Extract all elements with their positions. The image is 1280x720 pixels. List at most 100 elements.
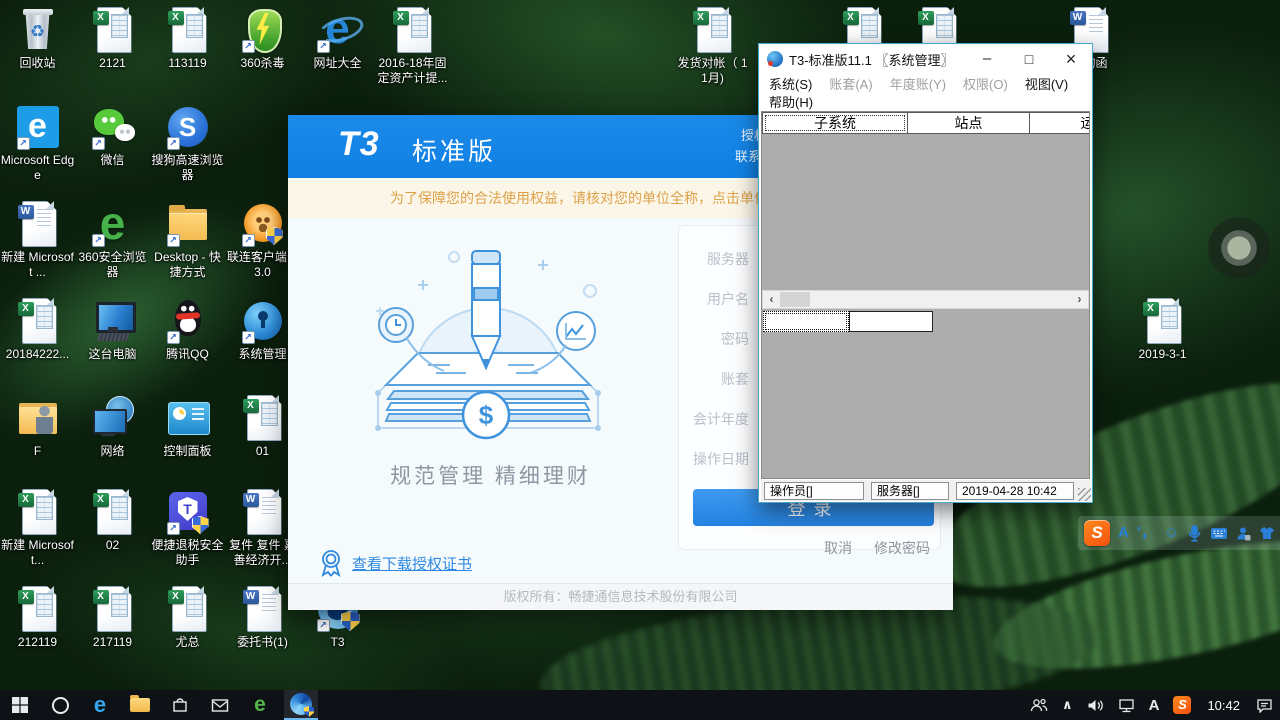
scroll-left-arrow-icon[interactable]: [763, 291, 780, 308]
people-icon: [1030, 698, 1048, 712]
menu-item-3[interactable]: 权限(O): [963, 77, 1008, 92]
account-icon[interactable]: [1236, 526, 1251, 541]
taskbar-360browser[interactable]: [240, 690, 280, 720]
emoji-icon[interactable]: ☺: [1164, 522, 1179, 544]
cancel-link[interactable]: 取消: [824, 540, 852, 556]
icon-label: 尤总: [175, 635, 200, 649]
maximize-button[interactable]: [1008, 45, 1050, 74]
grid-cell-selected[interactable]: [763, 311, 849, 332]
taskbar-store[interactable]: [160, 690, 200, 720]
punctuation-icon[interactable]: ’，: [1137, 522, 1156, 544]
menu-item-2[interactable]: 年度账(Y): [890, 77, 946, 92]
grid-cell[interactable]: [849, 311, 933, 332]
close-button[interactable]: [1050, 45, 1092, 74]
volume-button[interactable]: [1080, 690, 1111, 720]
menu-item-4[interactable]: 视图(V): [1025, 77, 1068, 92]
scrollbar-thumb[interactable]: [780, 292, 810, 307]
menu-help[interactable]: 帮助(H): [769, 95, 813, 110]
desktop-icon-腾讯QQ[interactable]: 腾讯QQ: [150, 297, 225, 362]
desktop-icon-360安全浏览器[interactable]: 360安全浏览器: [75, 200, 150, 280]
taskbar-edge[interactable]: [80, 690, 120, 720]
voice-icon[interactable]: [1187, 524, 1202, 542]
action-center-button[interactable]: [1249, 690, 1280, 720]
desktop-icon-360杀毒[interactable]: 360杀毒: [225, 6, 300, 71]
desktop-icon-Microsoft Edge[interactable]: Microsoft Edge: [0, 103, 75, 183]
license-notice-text: 为了保障您的合法使用权益，请核对您的单位全称，点击单位名称: [390, 190, 796, 206]
action-center-icon: [1257, 698, 1272, 713]
desktop-icon-新建 Microsoft...[interactable]: 新建 Microsoft...: [0, 488, 75, 568]
desktop-icon-搜狗高速浏览器[interactable]: 搜狗高速浏览器: [150, 103, 225, 183]
desktop-icon-便捷退税安全助手[interactable]: 便捷退税安全助手: [150, 488, 225, 568]
desktop-icon-217119[interactable]: 217119: [75, 585, 150, 650]
column-header-subsystem[interactable]: 子系统: [762, 112, 908, 134]
desktop-icon-Desktop - 快捷方式[interactable]: Desktop - 快捷方式: [150, 200, 225, 280]
svg-text:$: $: [479, 400, 494, 430]
green-e-icon: [89, 200, 137, 248]
network-button[interactable]: [1111, 690, 1142, 720]
slogan: 规范管理 精细理财: [390, 465, 591, 488]
desktop-icon-发货对帐（ 11月)[interactable]: 发货对帐（ 11月): [675, 6, 750, 86]
desktop-icon-20184222...[interactable]: 20184222...: [0, 297, 75, 362]
menu-item-0[interactable]: 系统(S): [769, 77, 812, 92]
desktop-icon-这台电脑[interactable]: 这台电脑: [75, 297, 150, 362]
desktop-icon-新建 Microsoft ...[interactable]: 新建 Microsoft ...: [0, 200, 75, 280]
edition-label: 标准版: [412, 138, 497, 166]
skin-icon[interactable]: [1259, 526, 1275, 540]
excel-icon: [239, 394, 287, 442]
shortcut-arrow-icon: [166, 331, 180, 344]
scroll-right-arrow-icon[interactable]: [1071, 291, 1088, 308]
form-label-3: 账套: [721, 371, 749, 387]
input-mode-icon[interactable]: A: [1118, 522, 1129, 544]
system-management-window: T3-标准版11.1 〖系统管理〗 系统(S) 账套(A) 年度账(Y) 权限(O) 视…: [758, 43, 1093, 503]
taskbar-explorer[interactable]: [120, 690, 160, 720]
t3-app-icon: [767, 51, 783, 67]
desktop-icon-113119[interactable]: 113119: [150, 6, 225, 71]
start-button[interactable]: [0, 690, 40, 720]
input-language-indicator[interactable]: A: [1142, 690, 1167, 720]
resize-grip[interactable]: [1078, 488, 1091, 501]
excel-icon: [89, 6, 137, 54]
sogou-tray-button[interactable]: S: [1166, 690, 1198, 720]
column-header-site[interactable]: 站点: [908, 112, 1030, 134]
desktop-icon-2019-3-1[interactable]: 2019-3-1: [1125, 297, 1200, 362]
desktop-icon-尤总[interactable]: 尤总: [150, 585, 225, 650]
wechat-icon: [89, 103, 137, 151]
people-button[interactable]: [1023, 690, 1055, 720]
titlebar[interactable]: T3-标准版11.1 〖系统管理〗: [759, 44, 1092, 74]
taskbar-mail[interactable]: [200, 690, 240, 720]
shortcut-arrow-icon: [241, 331, 255, 344]
pc-icon: [89, 297, 137, 345]
view-certificate-link[interactable]: 查看下载授权证书: [352, 553, 472, 574]
word-icon: [239, 585, 287, 633]
icon-label: 02: [105, 538, 120, 552]
clock[interactable]: 10:42: [1198, 690, 1249, 720]
icon-label: 212119: [17, 635, 58, 649]
mail-icon: [211, 698, 229, 712]
icon-label: 2016-18年固定资产计提...: [377, 56, 448, 85]
horizontal-scrollbar[interactable]: [762, 290, 1089, 309]
icon-label: 网址大全: [313, 56, 362, 70]
tray-overflow-chevron[interactable]: ∧: [1055, 690, 1080, 720]
menu-item-1[interactable]: 账套(A): [829, 77, 872, 92]
icon-label: 新建 Microsoft...: [1, 538, 74, 567]
desktop-icon-F[interactable]: F: [0, 394, 75, 459]
desktop-icon-回收站[interactable]: 回收站: [0, 6, 75, 71]
keyboard-icon[interactable]: [1210, 527, 1228, 540]
cortana-button[interactable]: [40, 690, 80, 720]
desktop-icon-控制面板[interactable]: 控制面板: [150, 394, 225, 459]
desktop-icon-微信[interactable]: 微信: [75, 103, 150, 168]
desktop-icon-2121[interactable]: 2121: [75, 6, 150, 71]
taskbar-t3-active[interactable]: [284, 690, 318, 720]
window-title: T3-标准版11.1 〖系统管理〗: [789, 52, 954, 68]
change-password-link[interactable]: 修改密码: [874, 540, 930, 556]
desktop-icon-02[interactable]: 02: [75, 488, 150, 553]
minimize-button[interactable]: [966, 45, 1008, 74]
desktop-icon-网络[interactable]: 网络: [75, 394, 150, 459]
desktop-icon-网址大全[interactable]: 网址大全: [300, 6, 375, 71]
column-header-status[interactable]: 运行: [1030, 112, 1089, 134]
desktop-icon-2016-18年固定资产计提...[interactable]: 2016-18年固定资产计提...: [375, 6, 450, 86]
desktop-icon-212119[interactable]: 212119: [0, 585, 75, 650]
sogou-logo[interactable]: S: [1084, 520, 1110, 546]
browser-360-icon: [254, 693, 266, 717]
network-icon: [89, 394, 137, 442]
